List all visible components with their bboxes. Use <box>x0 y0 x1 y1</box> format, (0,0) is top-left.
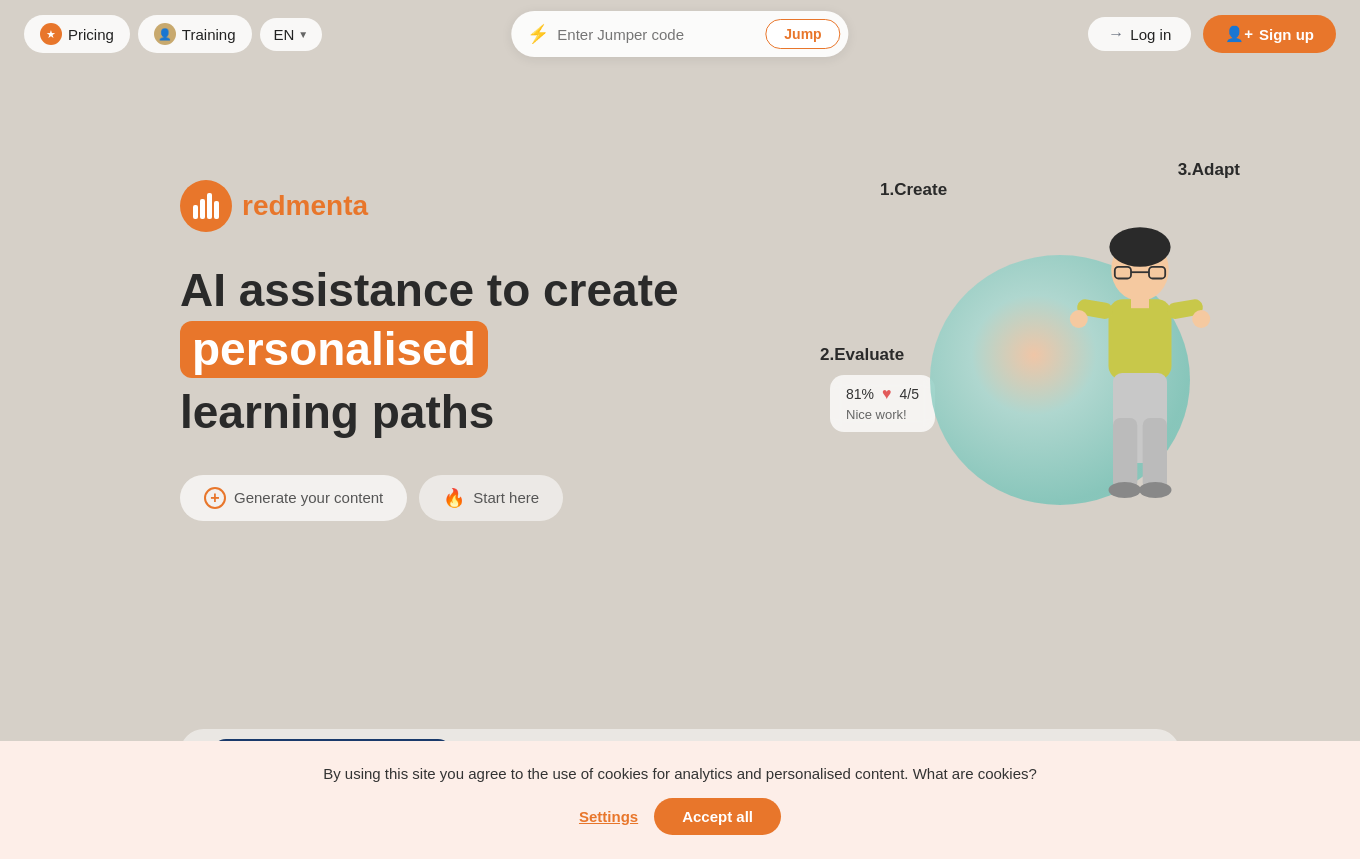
logo-icon <box>180 180 232 232</box>
svg-point-11 <box>1109 482 1141 498</box>
cookie-accept-button[interactable]: Accept all <box>654 798 781 835</box>
login-icon: → <box>1108 25 1124 43</box>
person-plus-icon: 👤+ <box>1225 25 1253 43</box>
lightning-icon: ⚡ <box>527 23 549 45</box>
label-adapt: 3.Adapt <box>1178 160 1240 180</box>
svg-rect-7 <box>1131 294 1149 308</box>
svg-rect-6 <box>1109 299 1172 380</box>
jumper-input[interactable] <box>557 26 757 43</box>
logo-bars <box>193 193 219 219</box>
pricing-icon: ★ <box>40 23 62 45</box>
login-button[interactable]: → Log in <box>1088 17 1191 51</box>
label-create: 1.Create <box>880 180 947 200</box>
signup-label: Sign up <box>1259 26 1314 43</box>
cookie-actions: Settings Accept all <box>579 798 781 835</box>
character-svg <box>1040 220 1240 580</box>
svg-rect-10 <box>1143 418 1167 490</box>
login-label: Log in <box>1130 26 1171 43</box>
bar3 <box>207 193 212 219</box>
generate-label: Generate your content <box>234 489 383 506</box>
plus-icon: + <box>204 487 226 509</box>
svg-point-16 <box>1192 310 1210 328</box>
logo-row: redmenta <box>180 180 679 232</box>
chevron-down-icon: ▼ <box>298 29 308 40</box>
training-label: Training <box>182 26 236 43</box>
jumper-box: ⚡ Jump <box>511 11 848 57</box>
fire-icon: 🔥 <box>443 487 465 509</box>
svg-point-2 <box>1109 227 1170 267</box>
navbar: ★ Pricing 👤 Training EN ▼ ⚡ Jump → Log i… <box>0 0 1360 68</box>
cookie-settings-button[interactable]: Settings <box>579 798 638 835</box>
training-button[interactable]: 👤 Training <box>138 15 252 53</box>
nav-right: → Log in 👤+ Sign up <box>1088 15 1336 53</box>
bar4 <box>214 201 219 219</box>
headline-line3: learning paths <box>180 386 679 439</box>
stats-percent: 81% <box>846 386 874 402</box>
cookie-banner: By using this site you agree to the use … <box>0 741 1360 859</box>
pricing-button[interactable]: ★ Pricing <box>24 15 130 53</box>
starthere-label: Start here <box>473 489 539 506</box>
bar1 <box>193 205 198 219</box>
hero-actions: + Generate your content 🔥 Start here <box>180 475 679 521</box>
pricing-label: Pricing <box>68 26 114 43</box>
hero-content: redmenta AI assistance to create persona… <box>180 180 679 521</box>
language-selector[interactable]: EN ▼ <box>260 18 323 51</box>
hero-headline: AI assistance to create personalised lea… <box>180 264 679 439</box>
training-icon: 👤 <box>154 23 176 45</box>
blob-container <box>880 200 1260 620</box>
cookie-message: By using this site you agree to the use … <box>323 765 1037 782</box>
generate-content-button[interactable]: + Generate your content <box>180 475 407 521</box>
nav-left: ★ Pricing 👤 Training EN ▼ <box>24 15 322 53</box>
logo-text: redmenta <box>242 190 368 222</box>
start-here-button[interactable]: 🔥 Start here <box>419 475 563 521</box>
hero-illustration: 1.Create 3.Adapt 2.Evaluate 81% ♥ 4/5 Ni… <box>820 160 1260 640</box>
signup-button[interactable]: 👤+ Sign up <box>1203 15 1336 53</box>
headline-line1: AI assistance to create <box>180 264 679 316</box>
svg-point-15 <box>1070 310 1088 328</box>
svg-rect-9 <box>1113 418 1137 490</box>
svg-point-12 <box>1139 482 1171 498</box>
jumper-search: ⚡ Jump <box>511 11 848 57</box>
jump-button[interactable]: Jump <box>765 19 840 49</box>
headline-highlight: personalised <box>180 321 488 378</box>
lang-label: EN <box>274 26 295 43</box>
bar2 <box>200 199 205 219</box>
